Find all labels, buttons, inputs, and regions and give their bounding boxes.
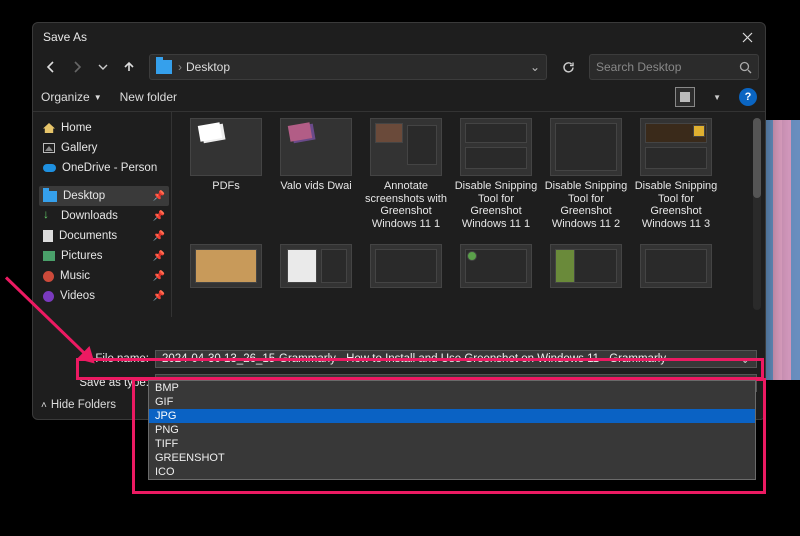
save-type-option[interactable]: GREENSHOT	[149, 451, 755, 465]
gallery-icon	[43, 143, 55, 153]
sidebar-item-videos[interactable]: Videos📌	[39, 286, 169, 306]
window-title: Save As	[43, 30, 87, 44]
image-thumbnail	[190, 244, 262, 288]
folder-icon	[43, 191, 57, 202]
sidebar-item-onedrive[interactable]: OneDrive - Person	[39, 158, 169, 178]
nav-back-button[interactable]	[39, 55, 63, 79]
view-mode-button[interactable]	[675, 87, 695, 107]
nav-up-button[interactable]	[117, 55, 141, 79]
file-item[interactable]: Disable Snipping Tool for Greenshot Wind…	[454, 118, 538, 238]
image-thumbnail	[640, 118, 712, 176]
file-item[interactable]	[364, 244, 448, 317]
pin-icon: 📌	[153, 251, 165, 262]
image-thumbnail	[370, 118, 442, 176]
save-type-dropdown[interactable]: BMPGIFJPGPNGTIFFGREENSHOTICO	[148, 380, 756, 480]
folder-item[interactable]: PDFs	[184, 118, 268, 238]
music-icon	[43, 271, 54, 282]
videos-icon	[43, 291, 54, 302]
file-item[interactable]	[274, 244, 358, 317]
file-item[interactable]	[184, 244, 268, 317]
file-item[interactable]: Disable Snipping Tool for Greenshot Wind…	[544, 118, 628, 238]
sidebar-item-pictures[interactable]: Pictures📌	[39, 246, 169, 266]
search-icon	[739, 61, 752, 74]
caret-down-icon[interactable]: ▼	[713, 93, 721, 102]
sidebar-item-documents[interactable]: Documents📌	[39, 226, 169, 246]
nav-forward-button[interactable]	[65, 55, 89, 79]
scrollbar-thumb[interactable]	[753, 118, 761, 198]
address-text: Desktop	[186, 60, 230, 74]
image-thumbnail	[640, 244, 712, 288]
address-bar[interactable]: › Desktop ⌄	[149, 54, 547, 80]
filename-input[interactable]: 2024-04-30 13_26_15-Grammarly - How to I…	[155, 350, 757, 368]
image-thumbnail	[460, 118, 532, 176]
file-pane[interactable]: PDFs Valo vids Dwai Annotate screenshots…	[172, 112, 765, 317]
pin-icon: 📌	[153, 271, 165, 282]
save-as-dialog: Save As › Desktop ⌄ Search Desktop	[32, 22, 766, 420]
folder-icon	[156, 60, 172, 74]
save-type-option[interactable]: TIFF	[149, 437, 755, 451]
file-item[interactable]	[634, 244, 718, 317]
pictures-icon	[43, 251, 55, 261]
dialog-body: Home Gallery OneDrive - Person Desktop📌 …	[33, 111, 765, 317]
refresh-button[interactable]	[555, 54, 581, 80]
save-type-label: Save as type:	[41, 377, 149, 389]
save-type-option[interactable]: GIF	[149, 395, 755, 409]
save-type-option[interactable]: JPG	[149, 409, 755, 423]
file-item[interactable]: Annotate screenshots with Greenshot Wind…	[364, 118, 448, 238]
vertical-scrollbar[interactable]	[753, 118, 761, 310]
save-type-option[interactable]: ICO	[149, 465, 755, 479]
close-button[interactable]	[739, 29, 755, 45]
toolbar: Organize ▼ New folder ▼ ?	[33, 83, 765, 111]
folder-item[interactable]: Valo vids Dwai	[274, 118, 358, 238]
file-item[interactable]	[454, 244, 538, 317]
sidebar-item-home[interactable]: Home	[39, 118, 169, 138]
search-placeholder: Search Desktop	[596, 60, 739, 74]
download-icon	[43, 210, 55, 222]
sidebar-item-music[interactable]: Music📌	[39, 266, 169, 286]
new-folder-button[interactable]: New folder	[120, 90, 177, 104]
image-thumbnail	[550, 244, 622, 288]
title-bar: Save As	[33, 23, 765, 51]
save-type-option[interactable]: PNG	[149, 423, 755, 437]
organize-menu[interactable]: Organize ▼	[41, 90, 102, 104]
search-field[interactable]: Search Desktop	[589, 54, 759, 80]
nav-recent-button[interactable]	[91, 55, 115, 79]
chevron-down-icon[interactable]: ⌄	[530, 60, 540, 74]
sidebar-item-gallery[interactable]: Gallery	[39, 138, 169, 158]
sidebar: Home Gallery OneDrive - Person Desktop📌 …	[33, 112, 171, 317]
file-item[interactable]	[544, 244, 628, 317]
filename-label: File name:	[41, 353, 149, 365]
chevron-down-icon[interactable]: ⌄	[740, 352, 750, 366]
nav-row: › Desktop ⌄ Search Desktop	[33, 51, 765, 83]
chevron-up-icon: ˄	[41, 400, 47, 411]
pin-icon: 📌	[153, 191, 165, 202]
pin-icon: 📌	[153, 211, 165, 222]
image-thumbnail	[550, 118, 622, 176]
file-item[interactable]: Disable Snipping Tool for Greenshot Wind…	[634, 118, 718, 238]
document-icon	[43, 230, 53, 242]
desktop-wallpaper-stripes	[764, 120, 800, 380]
sidebar-item-desktop[interactable]: Desktop📌	[39, 186, 169, 206]
caret-down-icon: ▼	[94, 93, 102, 102]
sidebar-item-downloads[interactable]: Downloads📌	[39, 206, 169, 226]
folder-icon	[280, 118, 352, 176]
folder-icon	[190, 118, 262, 176]
cloud-icon	[43, 164, 56, 172]
pin-icon: 📌	[153, 231, 165, 242]
help-button[interactable]: ?	[739, 88, 757, 106]
save-type-option[interactable]: BMP	[149, 381, 755, 395]
home-icon	[43, 123, 55, 133]
pin-icon: 📌	[153, 291, 165, 302]
image-thumbnail	[280, 244, 352, 288]
image-thumbnail	[460, 244, 532, 288]
image-thumbnail	[370, 244, 442, 288]
